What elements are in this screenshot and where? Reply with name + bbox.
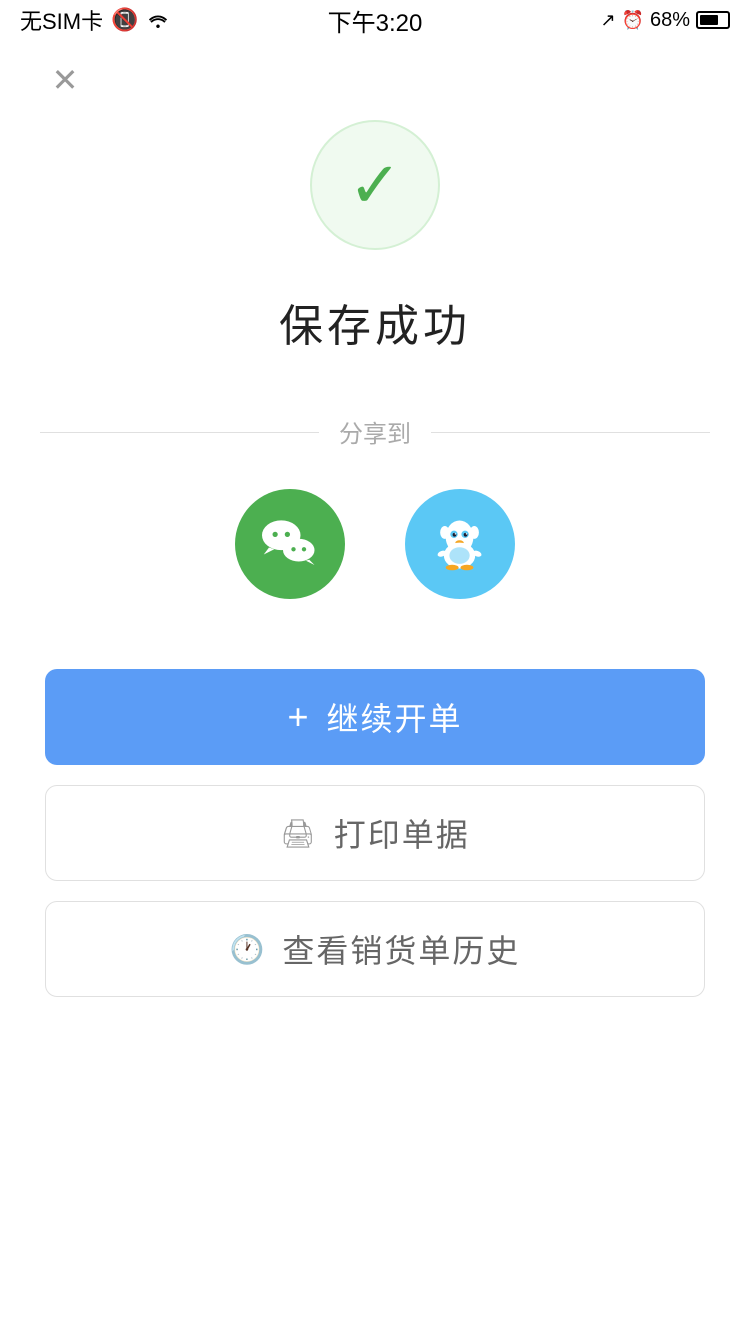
status-right: ↗ ⏰ 68%: [600, 9, 730, 32]
wechat-share-button[interactable]: [235, 489, 345, 599]
print-button[interactable]: 🖨 打印单据: [45, 785, 705, 881]
history-label: 查看销货单历史: [282, 926, 520, 972]
location-icon: ↗: [600, 10, 615, 31]
qq-logo-icon: [430, 514, 490, 574]
history-icon: 🕐: [230, 933, 267, 966]
carrier-text: 无SIM卡: [20, 4, 103, 36]
history-button[interactable]: 🕐 查看销货单历史: [45, 901, 705, 997]
main-content: ✓ 保存成功 分享到: [0, 40, 750, 997]
close-button[interactable]: ✕: [40, 55, 90, 105]
print-icon: 🖨: [280, 817, 318, 850]
plus-icon: +: [287, 699, 310, 735]
share-section: 分享到: [0, 414, 750, 599]
sim-icon: 📵: [111, 7, 138, 33]
close-icon: ✕: [52, 64, 79, 96]
wechat-logo-icon: [255, 509, 325, 579]
wifi-icon: [147, 12, 169, 28]
action-buttons: + 继续开单 🖨 打印单据 🕐 查看销货单历史: [45, 669, 705, 997]
share-divider: 分享到: [0, 414, 750, 449]
battery-percent: 68%: [650, 9, 690, 32]
share-label: 分享到: [319, 414, 431, 449]
success-title: 保存成功: [279, 290, 471, 354]
status-time: 下午3:20: [328, 3, 423, 38]
print-label: 打印单据: [334, 810, 470, 856]
continue-button[interactable]: + 继续开单: [45, 669, 705, 765]
status-bar: 无SIM卡 📵 下午3:20 ↗ ⏰ 68%: [0, 0, 750, 40]
continue-label: 继续开单: [327, 694, 463, 740]
success-icon-circle: ✓: [310, 120, 440, 250]
battery-icon: [696, 11, 730, 29]
alarm-icon: ⏰: [622, 10, 644, 31]
checkmark-icon: ✓: [348, 153, 402, 217]
qq-share-button[interactable]: [405, 489, 515, 599]
status-left: 无SIM卡 📵: [20, 4, 169, 36]
share-icons: [235, 489, 515, 599]
